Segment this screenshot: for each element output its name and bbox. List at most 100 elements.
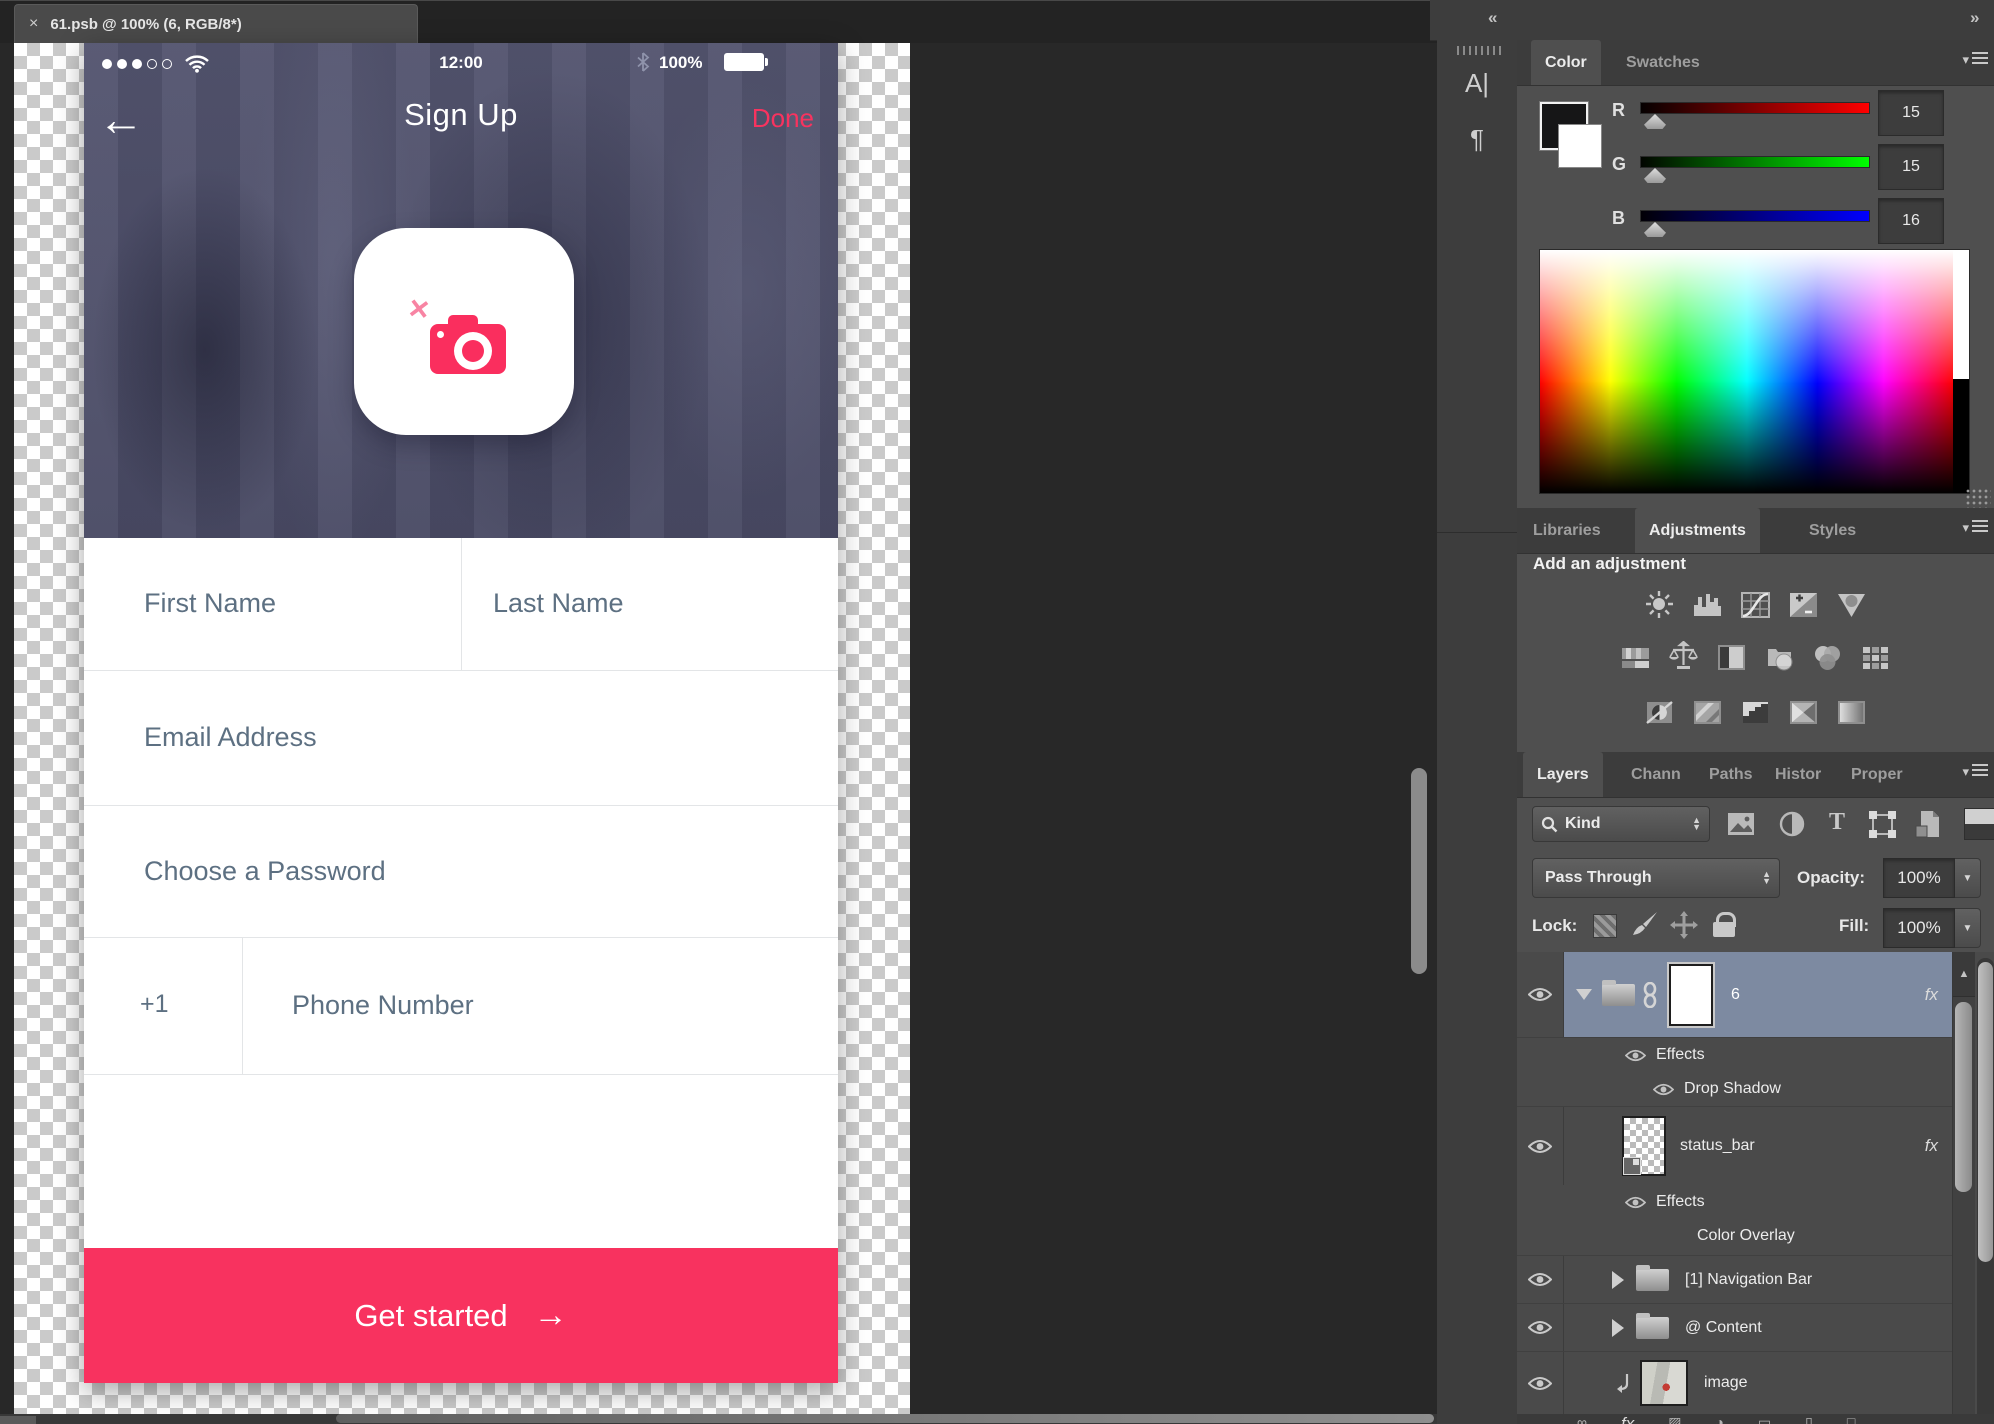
expand-panels-icon[interactable]: »: [1970, 8, 1976, 28]
eye-icon[interactable]: [1625, 1049, 1646, 1062]
filter-type-layers-icon[interactable]: T: [1829, 809, 1845, 836]
effects-row[interactable]: Effects: [1517, 1038, 1952, 1071]
visibility-toggle[interactable]: [1517, 1256, 1564, 1303]
done-button[interactable]: Done: [752, 103, 814, 134]
fill-input[interactable]: 100%: [1883, 908, 1955, 948]
tab-libraries[interactable]: Libraries: [1519, 508, 1615, 553]
document-tab[interactable]: × 61.psb @ 100% (6, RGB/8*): [14, 4, 418, 43]
levels-icon[interactable]: [1691, 588, 1724, 621]
layer-name[interactable]: @ Content: [1685, 1319, 1762, 1337]
hue-saturation-icon[interactable]: [1619, 641, 1652, 674]
filter-pixel-layers-icon[interactable]: [1727, 812, 1755, 836]
lock-all-icon[interactable]: [1713, 912, 1735, 938]
phone-number-field[interactable]: Phone Number: [292, 990, 474, 1021]
threshold-icon[interactable]: [1739, 696, 1772, 729]
filter-toggle-switch[interactable]: [1964, 808, 1994, 840]
fx-badge[interactable]: fx: [1925, 985, 1938, 1005]
blue-slider-thumb[interactable]: [1644, 222, 1666, 237]
expand-triangle-icon[interactable]: [1612, 1271, 1624, 1289]
grayscale-ramp[interactable]: [1953, 249, 1970, 494]
delete-layer-icon[interactable]: □: [1847, 1414, 1855, 1424]
collapse-panels-icon[interactable]: «: [1488, 8, 1494, 28]
filter-smart-objects-icon[interactable]: [1915, 810, 1941, 838]
fill-dropdown-icon[interactable]: ▼: [1955, 908, 1981, 948]
link-layers-icon[interactable]: ∞: [1577, 1414, 1587, 1424]
dial-code-field[interactable]: +1: [140, 990, 169, 1019]
panel-resize-grip[interactable]: [1965, 488, 1991, 510]
layer-name[interactable]: image: [1704, 1374, 1748, 1392]
layer-row-navigation-bar[interactable]: [1] Navigation Bar: [1517, 1256, 1952, 1304]
brightness-contrast-icon[interactable]: [1643, 588, 1676, 621]
invert-icon[interactable]: [1643, 696, 1676, 729]
lock-position-move-icon[interactable]: [1669, 910, 1699, 940]
opacity-dropdown-icon[interactable]: ▼: [1955, 858, 1981, 898]
color-lookup-icon[interactable]: [1859, 641, 1892, 674]
paragraph-panel-button[interactable]: ¶: [1455, 120, 1499, 158]
tab-layers[interactable]: Layers: [1523, 752, 1603, 797]
layer-thumbnail[interactable]: [1669, 964, 1713, 1026]
panel-menu-icon[interactable]: ▾: [1962, 52, 1988, 68]
tab-styles[interactable]: Styles: [1795, 508, 1870, 553]
visibility-toggle[interactable]: [1517, 1304, 1564, 1351]
photo-filter-icon[interactable]: [1763, 641, 1796, 674]
panel-menu-icon[interactable]: ▾: [1962, 764, 1988, 780]
document-horizontal-scrollbar[interactable]: [336, 1414, 1434, 1423]
visibility-toggle[interactable]: [1517, 1352, 1564, 1414]
lock-transparency-icon[interactable]: [1593, 914, 1617, 938]
first-name-field[interactable]: First Name: [144, 588, 276, 619]
red-value-input[interactable]: 15: [1878, 90, 1944, 136]
layer-name[interactable]: status_bar: [1680, 1137, 1755, 1155]
visibility-toggle[interactable]: [1517, 952, 1564, 1037]
selective-color-icon[interactable]: [1835, 696, 1868, 729]
green-slider[interactable]: [1640, 156, 1870, 168]
green-slider-thumb[interactable]: [1644, 168, 1666, 183]
vibrance-icon[interactable]: [1835, 588, 1868, 621]
character-panel-button[interactable]: A|: [1455, 64, 1499, 102]
visibility-toggle[interactable]: [1517, 1107, 1564, 1185]
signup-mockup-canvas[interactable]: 12:00 100% ← Sign Up Done ×: [84, 43, 838, 1383]
red-slider[interactable]: [1640, 102, 1870, 114]
layer-thumbnail[interactable]: [1640, 1360, 1688, 1406]
collapse-triangle-icon[interactable]: [1576, 989, 1592, 1000]
panel-scrollbar-thumb[interactable]: [1978, 962, 1993, 1262]
green-value-input[interactable]: 15: [1878, 144, 1944, 190]
eye-icon[interactable]: [1625, 1196, 1646, 1209]
posterize-icon[interactable]: [1691, 696, 1724, 729]
curves-icon[interactable]: [1739, 588, 1772, 621]
tab-paths[interactable]: Paths: [1695, 752, 1767, 797]
close-tab-icon[interactable]: ×: [29, 15, 38, 33]
tab-swatches[interactable]: Swatches: [1612, 40, 1714, 85]
panel-menu-icon[interactable]: ▾: [1962, 520, 1988, 536]
new-group-icon[interactable]: ▭: [1758, 1414, 1771, 1424]
filter-adjustment-layers-icon[interactable]: [1779, 811, 1805, 837]
blend-mode-select[interactable]: Pass Through ▲▼: [1532, 858, 1780, 898]
new-adjustment-icon[interactable]: ◑: [1715, 1414, 1723, 1424]
layer-name[interactable]: [1] Navigation Bar: [1685, 1271, 1812, 1289]
layer-style-icon[interactable]: fx: [1621, 1414, 1634, 1424]
layers-scrollbar-thumb[interactable]: [1955, 1002, 1972, 1192]
password-field[interactable]: Choose a Password: [144, 856, 386, 887]
channel-mixer-icon[interactable]: [1811, 641, 1844, 674]
get-started-button[interactable]: Get started →: [84, 1248, 838, 1383]
scroll-up-button[interactable]: ▲: [1953, 952, 1975, 997]
dock-grabber[interactable]: [1457, 46, 1501, 55]
new-layer-icon[interactable]: ▯: [1805, 1414, 1813, 1424]
blue-slider[interactable]: [1640, 210, 1870, 222]
blue-value-input[interactable]: 16: [1878, 198, 1944, 244]
layer-thumbnail[interactable]: [1622, 1116, 1666, 1176]
effects-row[interactable]: Effects: [1517, 1185, 1952, 1218]
layer-name[interactable]: 6: [1731, 986, 1740, 1004]
layer-row-content[interactable]: @ Content: [1517, 1304, 1952, 1352]
opacity-input[interactable]: 100%: [1883, 858, 1955, 898]
color-balance-icon[interactable]: [1667, 641, 1700, 674]
tab-properties[interactable]: Proper: [1837, 752, 1917, 797]
layer-mask-icon[interactable]: ▨: [1668, 1414, 1681, 1424]
layer-row-image[interactable]: image: [1517, 1352, 1952, 1414]
last-name-field[interactable]: Last Name: [493, 588, 624, 619]
expand-triangle-icon[interactable]: [1612, 1319, 1624, 1337]
fx-badge[interactable]: fx: [1925, 1136, 1938, 1156]
tab-history[interactable]: Histor: [1761, 752, 1835, 797]
layer-row-status-bar[interactable]: status_bar fx: [1517, 1107, 1952, 1185]
layer-filter-select[interactable]: Kind ▲▼: [1532, 806, 1710, 842]
gradient-map-icon[interactable]: [1787, 696, 1820, 729]
